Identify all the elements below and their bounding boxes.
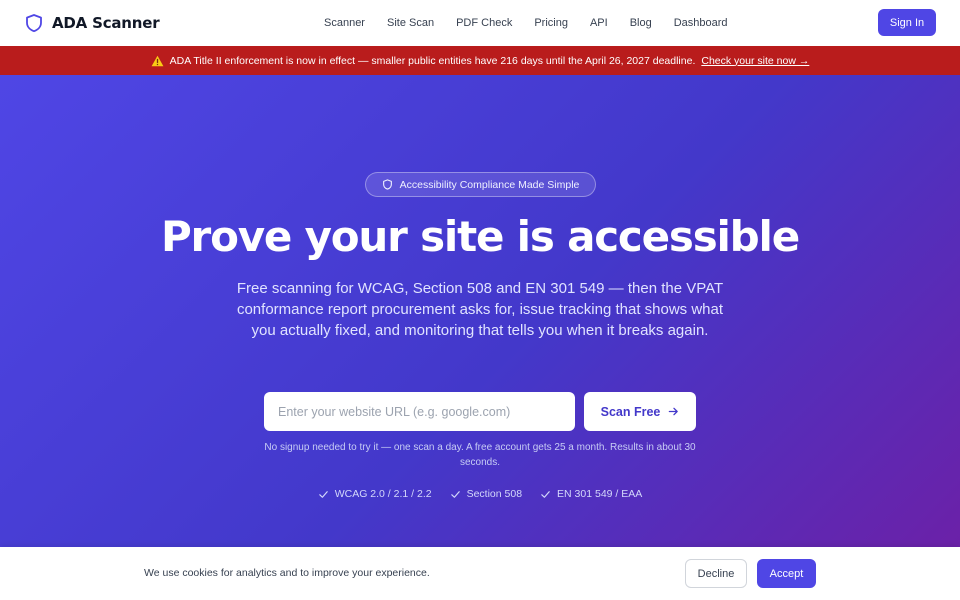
cookie-text: We use cookies for analytics and to impr… <box>144 567 430 579</box>
site-header: ADA Scanner Scanner Site Scan PDF Check … <box>0 0 960 46</box>
hero-subtitle: Free scanning for WCAG, Section 508 and … <box>236 280 724 339</box>
standard-item: WCAG 2.0 / 2.1 / 2.2 <box>318 488 432 500</box>
alert-text: ADA Title II enforcement is now in effec… <box>169 54 696 67</box>
check-icon <box>318 489 329 500</box>
nav-pdf-check[interactable]: PDF Check <box>456 17 512 29</box>
decline-cookies-button[interactable]: Decline <box>685 559 747 588</box>
standard-label: Section 508 <box>466 488 523 500</box>
scan-free-button[interactable]: Scan Free <box>584 392 696 431</box>
check-icon <box>540 489 551 500</box>
scan-free-label: Scan Free <box>600 404 661 419</box>
standard-label: WCAG 2.0 / 2.1 / 2.2 <box>334 488 432 500</box>
alert-link[interactable]: Check your site now → <box>701 55 809 67</box>
badge-label: Accessibility Compliance Made Simple <box>399 178 580 191</box>
nav-blog[interactable]: Blog <box>630 17 652 29</box>
hero-title: Prove your site is accessible <box>160 212 800 261</box>
check-icon <box>450 489 461 500</box>
nav-api[interactable]: API <box>590 17 608 29</box>
hero-badge: Accessibility Compliance Made Simple <box>365 172 596 197</box>
nav-site-scan[interactable]: Site Scan <box>387 17 434 29</box>
hero-section: Accessibility Compliance Made Simple Pro… <box>0 75 960 547</box>
standards-list: WCAG 2.0 / 2.1 / 2.2 Section 508 EN 301 … <box>0 488 960 500</box>
nav-scanner[interactable]: Scanner <box>324 17 365 29</box>
shield-icon <box>382 179 393 190</box>
nav-pricing[interactable]: Pricing <box>534 17 568 29</box>
sign-in-button[interactable]: Sign In <box>878 9 936 36</box>
nav-dashboard[interactable]: Dashboard <box>674 17 728 29</box>
url-input[interactable] <box>264 392 575 431</box>
brand[interactable]: ADA Scanner <box>24 13 160 33</box>
standard-item: Section 508 <box>450 488 522 500</box>
alert-banner: ADA Title II enforcement is now in effec… <box>0 46 960 75</box>
main-nav: Scanner Site Scan PDF Check Pricing API … <box>324 0 728 46</box>
shield-icon <box>24 13 44 33</box>
accept-cookies-button[interactable]: Accept <box>757 559 816 588</box>
warning-icon <box>151 55 164 67</box>
cookie-banner: We use cookies for analytics and to impr… <box>0 547 960 600</box>
standard-label: EN 301 549 / EAA <box>557 488 643 500</box>
brand-name: ADA Scanner <box>52 14 160 32</box>
signup-note: No signup needed to try it — one scan a … <box>264 442 696 468</box>
arrow-right-icon <box>668 406 679 417</box>
standard-item: EN 301 549 / EAA <box>540 488 642 500</box>
